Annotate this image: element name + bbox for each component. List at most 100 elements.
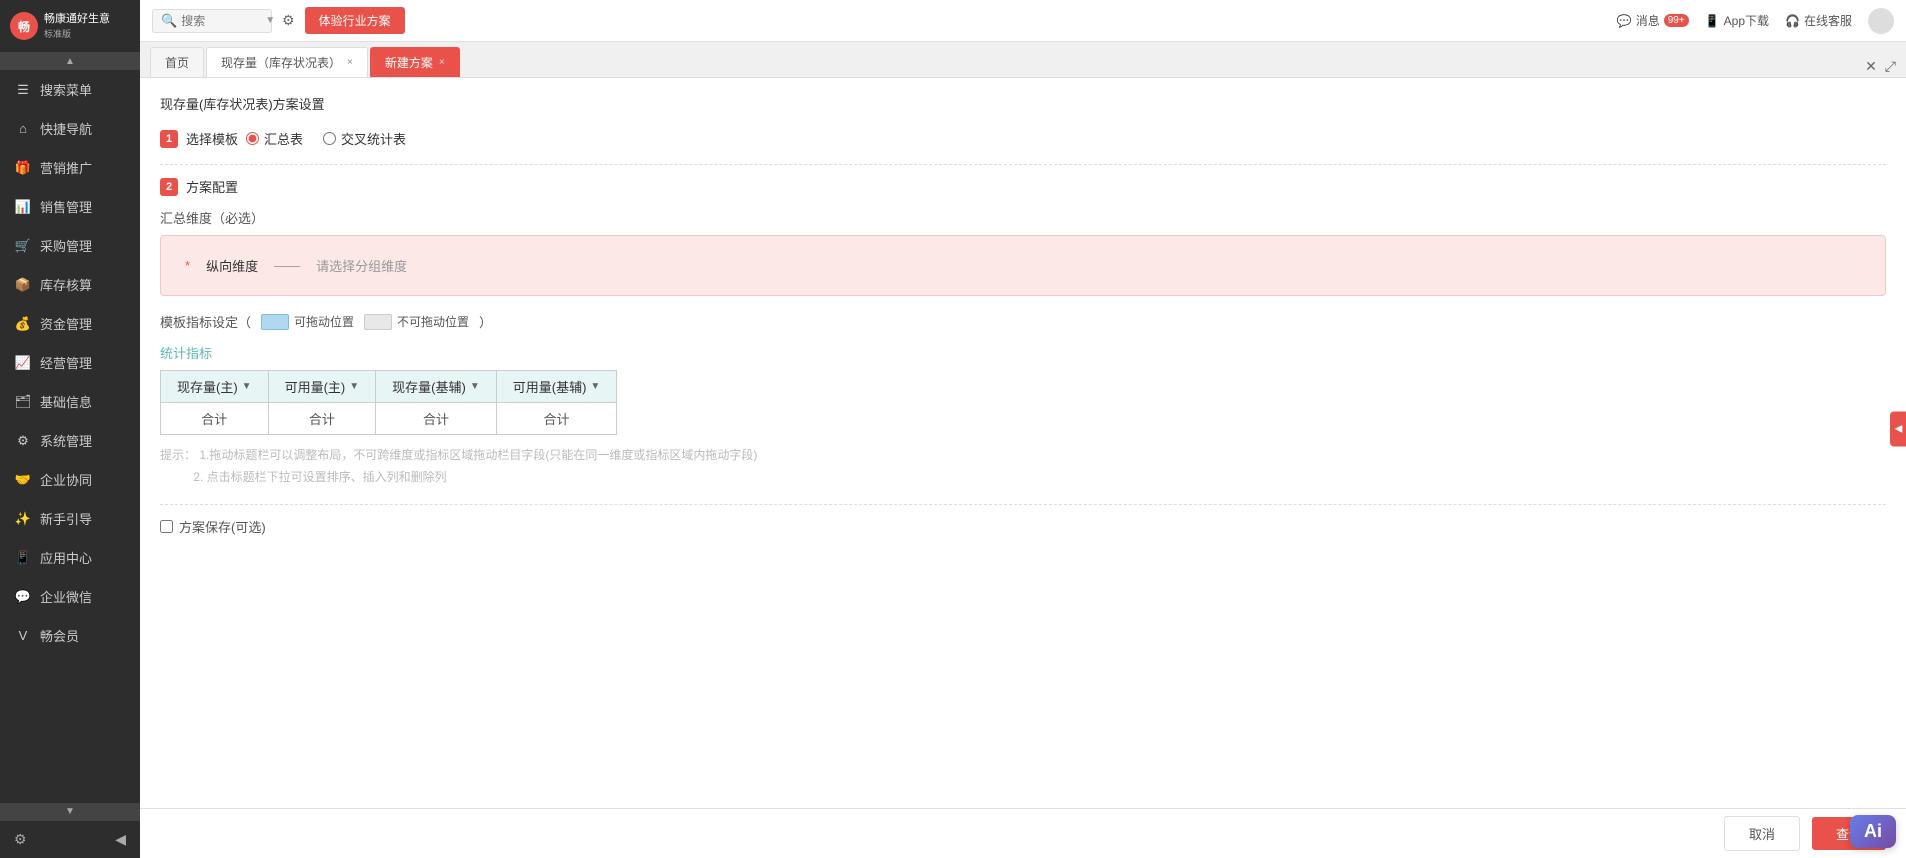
section2-header: 2 方案配置 — [160, 177, 1886, 196]
cell-available-base-subtotal: 合计 — [496, 403, 617, 435]
col-available-main-dropdown[interactable]: ▼ — [349, 381, 359, 392]
col-base-qty[interactable]: 现存量(基辅) ▼ — [376, 371, 497, 403]
col-main-qty-dropdown[interactable]: ▼ — [242, 381, 252, 392]
sidebar-item-marketing[interactable]: 🎁 营销推广 — [0, 148, 140, 187]
topbar-search-box[interactable]: 🔍 ▼ — [152, 9, 272, 33]
sidebar-item-label: 库存核算 — [40, 275, 92, 294]
sidebar-item-label: 营销推广 — [40, 158, 92, 177]
non-draggable-box — [364, 314, 392, 330]
topbar-settings-icon[interactable]: ⚙ — [282, 12, 295, 29]
section1-label: 选择模板 — [186, 129, 238, 148]
cell-available-main-subtotal: 合计 — [268, 403, 376, 435]
sidebar-item-label: 经营管理 — [40, 353, 92, 372]
settings-icon[interactable]: ⚙ — [14, 831, 27, 848]
col-base-qty-dropdown[interactable]: ▼ — [470, 381, 480, 392]
sidebar-item-sales-mgmt[interactable]: 📊 销售管理 — [0, 187, 140, 226]
right-edge-button[interactable]: ◀ — [1890, 412, 1906, 447]
dimension-placeholder[interactable]: 请选择分组维度 — [316, 256, 407, 275]
sidebar-item-search-menu[interactable]: ☰ 搜索菜单 — [0, 70, 140, 109]
tab-home[interactable]: 首页 — [150, 47, 204, 77]
user-avatar[interactable] — [1868, 8, 1894, 34]
col-available-main-header: 可用量(主) ▼ — [285, 377, 360, 396]
col-available-base-header: 可用量(基辅) ▼ — [513, 377, 601, 396]
tab-inventory-status-close[interactable]: × — [347, 57, 353, 68]
search-input[interactable] — [181, 14, 261, 28]
marketing-icon: 🎁 — [14, 159, 32, 177]
sidebar-item-finance[interactable]: 💰 资金管理 — [0, 304, 140, 343]
sidebar-item-app-center[interactable]: 📱 应用中心 — [0, 538, 140, 577]
sidebar-item-label: 销售管理 — [40, 197, 92, 216]
ai-badge[interactable]: Ai — [1850, 815, 1896, 848]
sidebar-item-sys-mgmt[interactable]: ⚙ 系统管理 — [0, 421, 140, 460]
indicator-row: 模板指标设定（ 可拖动位置 不可拖动位置 ） — [160, 312, 1886, 331]
collapse-icon[interactable]: ◀ — [115, 831, 126, 848]
sidebar-item-purchase-mgmt[interactable]: 🛒 采购管理 — [0, 226, 140, 265]
save-checkbox[interactable] — [160, 520, 173, 533]
expand-window-button[interactable]: ⤢ — [1883, 56, 1898, 77]
col-main-qty[interactable]: 现存量(主) ▼ — [161, 371, 269, 403]
sidebar-scroll-down[interactable]: ▼ — [0, 803, 140, 820]
sidebar-item-label: 应用中心 — [40, 548, 92, 567]
app-download-button[interactable]: 📱 App下载 — [1705, 12, 1769, 29]
required-mark: * — [185, 258, 190, 273]
messages-button[interactable]: 💬 消息 99+ — [1617, 12, 1689, 29]
sidebar-item-vip[interactable]: V 畅会员 — [0, 616, 140, 655]
phone-icon: 📱 — [1705, 14, 1720, 28]
sidebar-item-inventory[interactable]: 📦 库存核算 — [0, 265, 140, 304]
radio-summary[interactable]: 汇总表 — [246, 129, 303, 148]
logo-text-block: 畅康通好生意 标准版 — [44, 12, 110, 39]
sidebar-item-enterprise[interactable]: 🤝 企业协同 — [0, 460, 140, 499]
radio-cross-input[interactable] — [323, 132, 336, 145]
quick-nav-icon: ⌂ — [14, 120, 32, 138]
search-icon: 🔍 — [161, 13, 177, 29]
tab-inventory-status[interactable]: 现存量（库存状况表） × — [206, 47, 368, 77]
logo-icon: 畅 — [10, 12, 38, 40]
sidebar-item-label: 快捷导航 — [40, 119, 92, 138]
section-choose-template: 1 选择模板 汇总表 交叉统计表 — [160, 129, 1886, 148]
sidebar-item-enterprise-wechat[interactable]: 💬 企业微信 — [0, 577, 140, 616]
radio-summary-label: 汇总表 — [264, 129, 303, 148]
sidebar: 畅 畅康通好生意 标准版 ▲ ☰ 搜索菜单 ⌂ 快捷导航 🎁 营销推广 📊 销售… — [0, 0, 140, 858]
col-available-main[interactable]: 可用量(主) ▼ — [268, 371, 376, 403]
enterprise-icon: 🤝 — [14, 471, 32, 489]
radio-cross[interactable]: 交叉统计表 — [323, 129, 406, 148]
content-area: 现存量(库存状况表)方案设置 1 选择模板 汇总表 交叉统计表 — [140, 78, 1906, 808]
tips-section: 提示： 1.拖动标题栏可以调整布局，不可跨维度或指标区域拖动栏目字段(只能在同一… — [160, 445, 1886, 488]
sidebar-item-new-guide[interactable]: ✨ 新手引导 — [0, 499, 140, 538]
online-service-label: 在线客服 — [1804, 12, 1852, 29]
wechat-icon: 💬 — [14, 588, 32, 606]
messages-badge: 99+ — [1664, 14, 1689, 27]
table-row-subtotal: 合计 合计 合计 合计 — [161, 403, 617, 435]
trial-button[interactable]: 体验行业方案 — [305, 7, 405, 34]
logo-title: 畅康通好生意 — [44, 12, 110, 26]
sidebar-item-ops-mgmt[interactable]: 📈 经营管理 — [0, 343, 140, 382]
col-available-base[interactable]: 可用量(基辅) ▼ — [496, 371, 617, 403]
save-option-label: 方案保存(可选) — [179, 517, 266, 536]
tab-new-scheme[interactable]: 新建方案 × — [370, 47, 460, 77]
sidebar-item-basic-info[interactable]: 🗂 基础信息 — [0, 382, 140, 421]
stats-table: 现存量(主) ▼ 可用量(主) ▼ 现存量(基辅 — [160, 370, 617, 435]
cancel-button[interactable]: 取消 — [1724, 816, 1800, 851]
search-dropdown-icon[interactable]: ▼ — [265, 15, 275, 26]
section1-number: 1 — [160, 130, 178, 148]
sys-icon: ⚙ — [14, 432, 32, 450]
sidebar-item-quick-nav[interactable]: ⌂ 快捷导航 — [0, 109, 140, 148]
section1-header: 1 选择模板 汇总表 交叉统计表 — [160, 129, 1886, 148]
tab-home-label: 首页 — [165, 54, 189, 71]
tab-bar: 首页 现存量（库存状况表） × 新建方案 × ✕ ⤢ — [140, 42, 1906, 78]
non-draggable-label: 不可拖动位置 — [397, 313, 469, 330]
col-available-base-dropdown[interactable]: ▼ — [590, 381, 600, 392]
col-base-qty-header: 现存量(基辅) ▼ — [392, 377, 480, 396]
stats-section-title: 统计指标 — [160, 343, 1886, 362]
draggable-box — [261, 314, 289, 330]
tab-new-scheme-close[interactable]: × — [439, 57, 445, 68]
online-service-button[interactable]: 🎧 在线客服 — [1785, 12, 1852, 29]
sidebar-item-label: 基础信息 — [40, 392, 92, 411]
app-download-label: App下载 — [1724, 12, 1769, 29]
sidebar-scroll-up[interactable]: ▲ — [0, 53, 140, 70]
indicator-suffix: ） — [479, 312, 492, 331]
main-area: 🔍 ▼ ⚙ 体验行业方案 💬 消息 99+ 📱 App下载 🎧 在线客服 — [140, 0, 1906, 858]
radio-summary-input[interactable] — [246, 132, 259, 145]
sales-icon: 📊 — [14, 198, 32, 216]
close-window-button[interactable]: ✕ — [1863, 56, 1879, 77]
